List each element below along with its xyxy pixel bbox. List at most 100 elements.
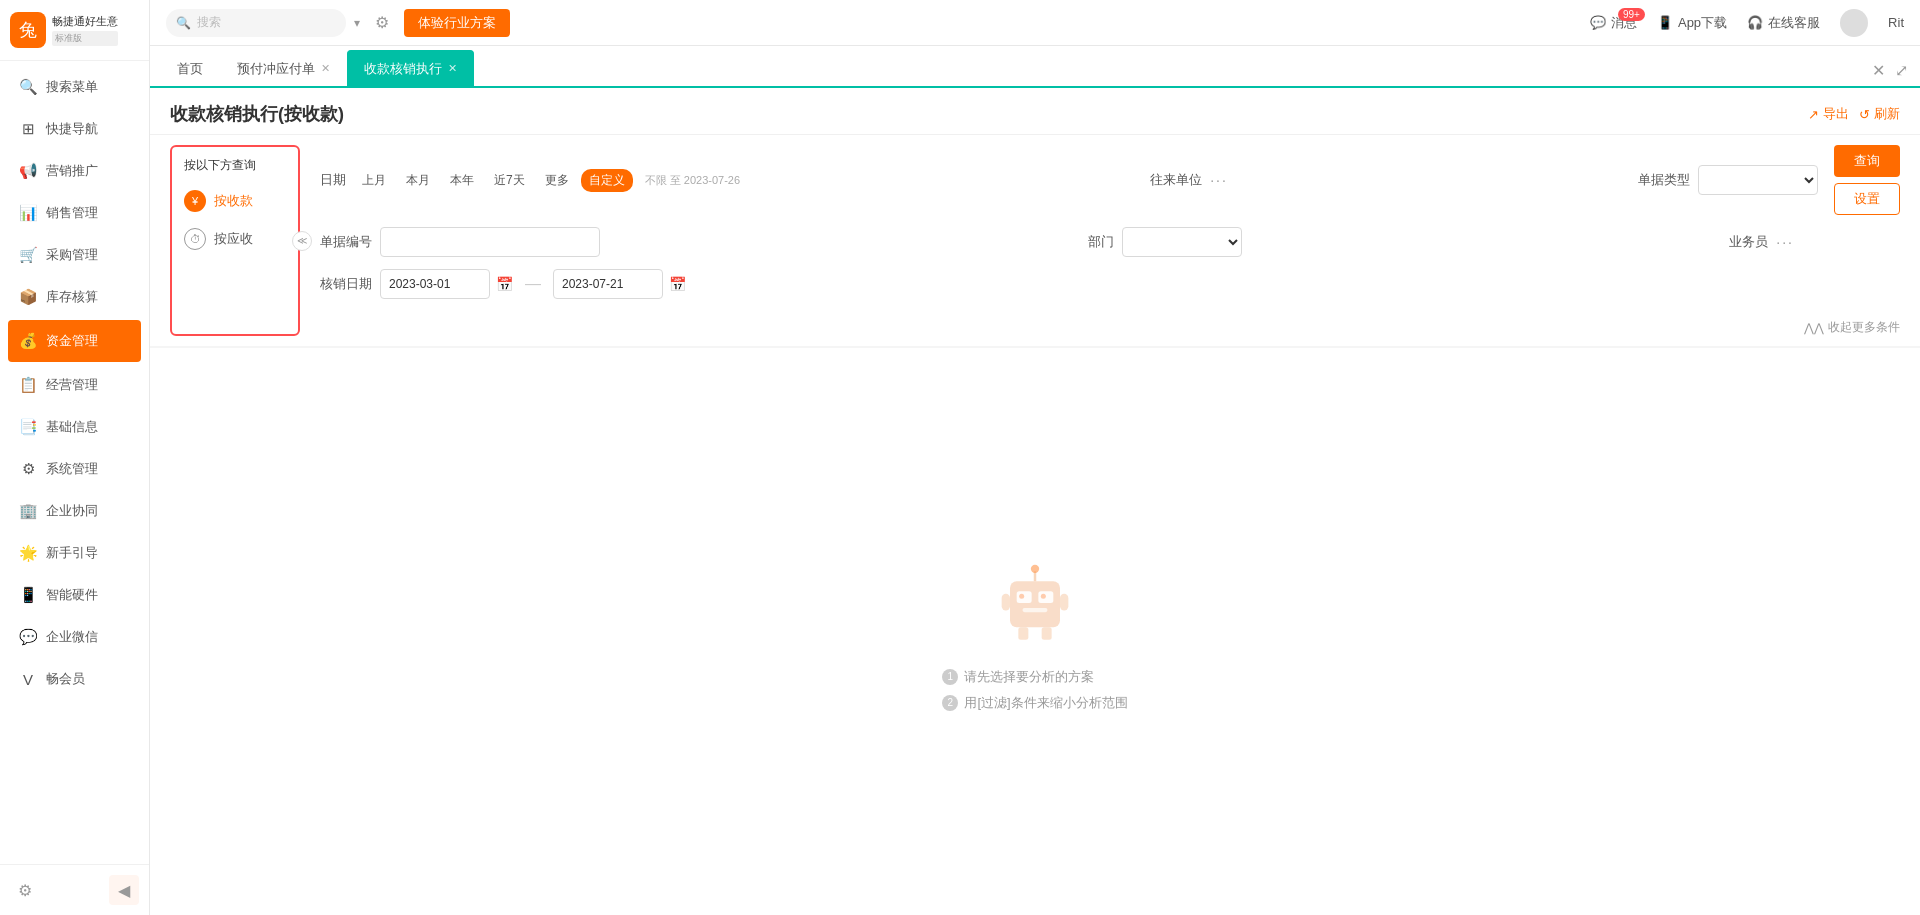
inventory-label: 库存核算	[46, 288, 98, 306]
close-tab-icon[interactable]: ✕	[1872, 61, 1885, 80]
sidebar-item-quick-nav[interactable]: ⊞ 快捷导航	[0, 108, 149, 150]
department-group: 部门	[1088, 227, 1242, 257]
customer-service-label: 在线客服	[1768, 14, 1820, 32]
sidebar: 兔 畅捷通好生意 标准版 🔍 搜索菜单 ⊞ 快捷导航 📢 营销推广 📊 销售管理…	[0, 0, 150, 915]
refresh-icon: ↺	[1859, 107, 1870, 122]
tab-close-collection[interactable]: ✕	[448, 62, 457, 75]
svg-rect-4	[1002, 593, 1010, 610]
date-tab-more[interactable]: 更多	[537, 169, 577, 192]
header-search-box[interactable]: 🔍 搜索	[166, 9, 346, 37]
date-tab-cur-month[interactable]: 本月	[398, 169, 438, 192]
verify-date-start-input[interactable]	[380, 269, 490, 299]
sidebar-item-finance[interactable]: 💰 资金管理	[8, 320, 141, 362]
sidebar-item-basic-info[interactable]: 📑 基础信息	[0, 406, 149, 448]
system-icon: ⚙	[18, 459, 38, 479]
tab-home[interactable]: 首页	[160, 50, 220, 86]
tab-label-collection: 收款核销执行	[364, 60, 442, 78]
header-gear-button[interactable]: ⚙	[368, 9, 396, 37]
app-edition: 标准版	[52, 31, 118, 46]
filter-sidebar-collapse[interactable]: ≪	[292, 231, 312, 251]
more-conditions-row: ⋀⋀ 收起更多条件	[320, 311, 1900, 336]
department-select[interactable]	[1122, 227, 1242, 257]
hardware-label: 智能硬件	[46, 586, 98, 604]
date-group: 日期 上月 本月 本年 近7天 更多 自定义 不限 至 2023-07-26	[320, 169, 740, 192]
svg-rect-6	[1018, 627, 1028, 640]
sidebar-item-wechat[interactable]: 💬 企业微信	[0, 616, 149, 658]
date-tab-custom[interactable]: 自定义	[581, 169, 633, 192]
sidebar-collapse-button[interactable]: ◀	[109, 875, 139, 905]
tab-close-prepay[interactable]: ✕	[321, 62, 330, 75]
expand-icon[interactable]: ⤢	[1895, 61, 1908, 80]
app-download-button[interactable]: 📱 App下载	[1657, 14, 1727, 32]
sidebar-item-sales[interactable]: 📊 销售管理	[0, 192, 149, 234]
filter-area: 按以下方查询 ¥ 按收款 ⏱ 按应收 ≪ 日期 上月	[150, 135, 1920, 346]
system-label: 系统管理	[46, 460, 98, 478]
svg-rect-5	[1060, 593, 1068, 610]
by-receipt-label: 按收款	[214, 192, 253, 210]
marketing-label: 营销推广	[46, 162, 98, 180]
quick-nav-icon: ⊞	[18, 119, 38, 139]
refresh-label: 刷新	[1874, 105, 1900, 123]
logo-area: 兔 畅捷通好生意 标准版	[0, 0, 149, 61]
svg-rect-0	[1010, 581, 1060, 627]
by-receivable-label: 按应收	[214, 230, 253, 248]
sales-label: 销售管理	[46, 204, 98, 222]
verify-date-end-input[interactable]	[553, 269, 663, 299]
collapse-conditions-button[interactable]: ⋀⋀ 收起更多条件	[1804, 319, 1900, 336]
app-download-icon: 📱	[1657, 15, 1673, 30]
sidebar-settings-button[interactable]: ⚙	[10, 875, 40, 905]
document-number-input[interactable]	[380, 227, 600, 257]
svg-rect-3	[1023, 608, 1048, 612]
logo-text-area: 畅捷通好生意 标准版	[52, 14, 118, 45]
customer-service-button[interactable]: 🎧 在线客服	[1747, 14, 1820, 32]
date-tab-last7[interactable]: 近7天	[486, 169, 533, 192]
export-button[interactable]: ↗ 导出	[1808, 105, 1849, 123]
tip-num-2: 2	[942, 695, 958, 711]
settings-button[interactable]: 设置	[1834, 183, 1900, 215]
sidebar-item-member[interactable]: V 畅会员	[0, 658, 149, 700]
marketing-icon: 📢	[18, 161, 38, 181]
basic-info-icon: 📑	[18, 417, 38, 437]
header-dropdown-button[interactable]: ▾	[354, 16, 360, 30]
message-button[interactable]: 💬 消息 99+	[1590, 14, 1637, 32]
sidebar-item-system[interactable]: ⚙ 系统管理	[0, 448, 149, 490]
content-actions: ↗ 导出 ↺ 刷新	[1808, 105, 1900, 123]
svg-point-11	[1041, 593, 1046, 598]
tab-prepay[interactable]: 预付冲应付单✕	[220, 50, 347, 86]
calendar-start-icon[interactable]: 📅	[496, 276, 513, 292]
counterpart-select-button[interactable]: ···	[1210, 172, 1228, 188]
industry-solution-button[interactable]: 体验行业方案	[404, 9, 510, 37]
filter-sidebar: 按以下方查询 ¥ 按收款 ⏱ 按应收 ≪	[170, 145, 300, 336]
date-no-limit: 不限 至 2023-07-26	[645, 173, 740, 188]
document-type-select[interactable]	[1698, 165, 1818, 195]
counterpart-group: 往来单位 ···	[1150, 171, 1228, 189]
sidebar-item-enterprise[interactable]: 🏢 企业协同	[0, 490, 149, 532]
sidebar-item-purchase[interactable]: 🛒 采购管理	[0, 234, 149, 276]
main-area: 🔍 搜索 ▾ ⚙ 体验行业方案 💬 消息 99+ 📱 App下载 🎧 在线客服 …	[150, 0, 1920, 915]
filter-form: 日期 上月 本月 本年 近7天 更多 自定义 不限 至 2023-07-26	[320, 145, 1900, 336]
tab-collection[interactable]: 收款核销执行 ✕	[347, 50, 474, 86]
date-tab-cur-year[interactable]: 本年	[442, 169, 482, 192]
search-placeholder: 搜索	[197, 14, 221, 31]
by-receipt-icon: ¥	[184, 190, 206, 212]
by-receivable-icon: ⏱	[184, 228, 206, 250]
sidebar-item-hardware[interactable]: 📱 智能硬件	[0, 574, 149, 616]
sidebar-item-operation[interactable]: 📋 经营管理	[0, 364, 149, 406]
calendar-end-icon[interactable]: 📅	[669, 276, 686, 292]
filter-option-by-receipt[interactable]: ¥ 按收款	[172, 182, 298, 220]
date-tab-prev-month[interactable]: 上月	[354, 169, 394, 192]
business-staff-select-button[interactable]: ···	[1776, 234, 1794, 250]
filter-sidebar-title: 按以下方查询	[172, 157, 298, 182]
sidebar-item-inventory[interactable]: 📦 库存核算	[0, 276, 149, 318]
user-name[interactable]: Rit	[1888, 15, 1904, 30]
user-avatar[interactable]	[1840, 9, 1868, 37]
sidebar-item-marketing[interactable]: 📢 营销推广	[0, 150, 149, 192]
query-button[interactable]: 查询	[1834, 145, 1900, 177]
filter-option-by-receivable[interactable]: ⏱ 按应收	[172, 220, 298, 258]
tip-text-1: 请先选择要分析的方案	[964, 664, 1094, 690]
sidebar-item-search[interactable]: 🔍 搜索菜单	[0, 66, 149, 108]
app-logo-icon: 兔	[10, 12, 46, 48]
tip-step-2: 2 用[过滤]条件来缩小分析范围	[942, 690, 1127, 716]
sidebar-item-guide[interactable]: 🌟 新手引导	[0, 532, 149, 574]
refresh-button[interactable]: ↺ 刷新	[1859, 105, 1900, 123]
